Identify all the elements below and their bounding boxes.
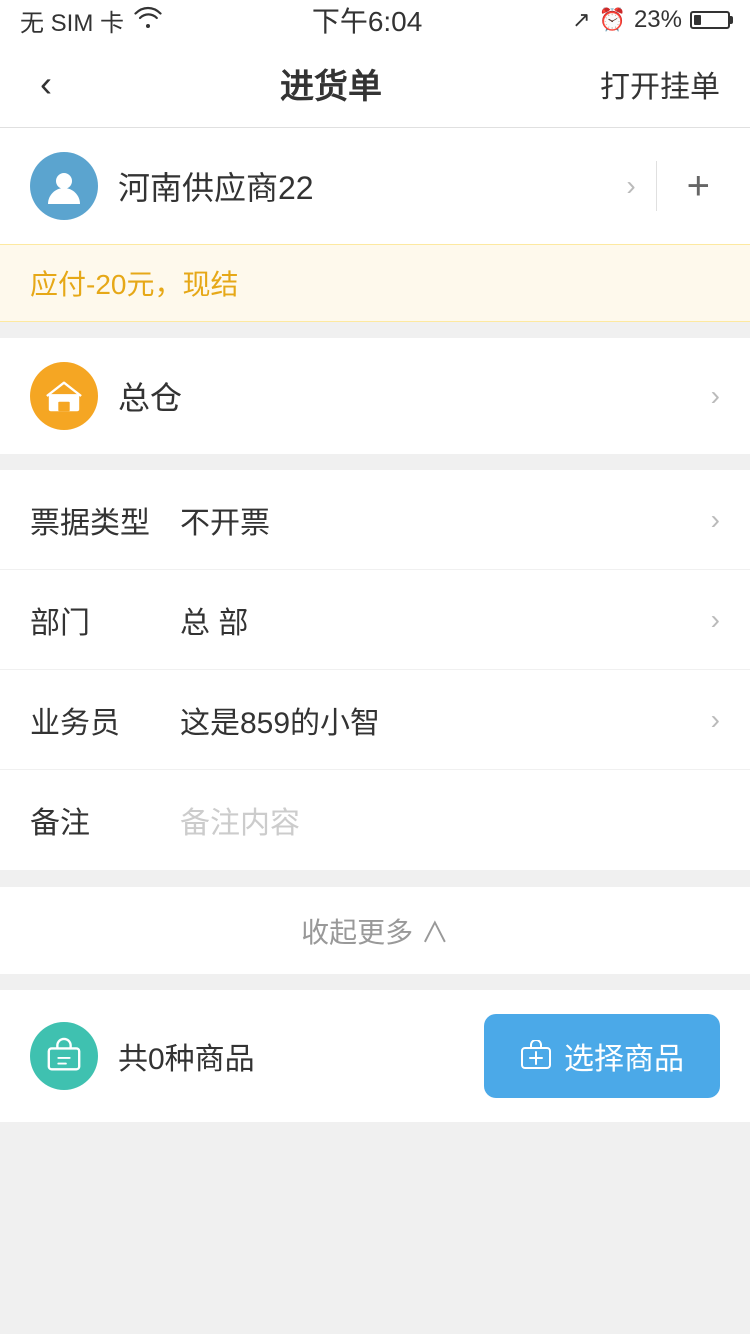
- remark-input[interactable]: 备注内容: [160, 798, 720, 842]
- notice-bar: 应付-20元，现结: [0, 244, 750, 322]
- carrier-label: 无 SIM 卡: [20, 3, 124, 38]
- department-chevron-icon: ›: [711, 604, 720, 636]
- salesman-label: 业务员: [30, 698, 160, 742]
- nav-bar: ‹ 进货单 打开挂单: [0, 40, 750, 128]
- invoice-row[interactable]: 票据类型 不开票 ›: [0, 470, 750, 570]
- wifi-icon: [134, 6, 162, 35]
- collapse-label: 收起更多 ∧: [301, 911, 449, 951]
- add-supplier-button[interactable]: +: [677, 164, 720, 209]
- content-area: 河南供应商22 › + 应付-20元，现结 总仓 › 票据类型 不开票 › 部门: [0, 128, 750, 1122]
- warehouse-icon: [30, 362, 98, 430]
- department-value: 总 部: [160, 598, 701, 642]
- product-icon: [30, 1022, 98, 1090]
- invoice-value: 不开票: [160, 498, 701, 542]
- remark-row[interactable]: 备注 备注内容: [0, 770, 750, 870]
- remark-label: 备注: [30, 798, 160, 842]
- select-product-button[interactable]: 选择商品: [484, 1014, 720, 1098]
- department-label: 部门: [30, 598, 160, 642]
- divider: [656, 161, 657, 211]
- open-pending-button[interactable]: 打开挂单: [600, 62, 720, 106]
- product-section: 共0种商品 选择商品: [0, 990, 750, 1122]
- department-row[interactable]: 部门 总 部 ›: [0, 570, 750, 670]
- supplier-card: 河南供应商22 › + 应付-20元，现结: [0, 128, 750, 322]
- supplier-name: 河南供应商22: [118, 163, 626, 209]
- battery-icon: [690, 11, 730, 29]
- invoice-chevron-icon: ›: [711, 504, 720, 536]
- time-label: 下午6:04: [312, 0, 423, 40]
- warehouse-row[interactable]: 总仓 ›: [0, 338, 750, 454]
- page-title: 进货单: [280, 59, 382, 108]
- collapse-button[interactable]: 收起更多 ∧: [0, 886, 750, 974]
- salesman-row[interactable]: 业务员 这是859的小智 ›: [0, 670, 750, 770]
- supplier-row[interactable]: 河南供应商22 › +: [0, 128, 750, 244]
- product-count: 共0种商品: [118, 1034, 464, 1078]
- salesman-chevron-icon: ›: [711, 704, 720, 736]
- back-button[interactable]: ‹: [30, 53, 62, 115]
- status-left: 无 SIM 卡: [20, 3, 162, 38]
- battery-percent: 23%: [634, 6, 682, 34]
- form-card: 票据类型 不开票 › 部门 总 部 › 业务员 这是859的小智 › 备注 备注…: [0, 470, 750, 870]
- location-icon: ↗: [572, 7, 590, 33]
- supplier-avatar: [30, 152, 98, 220]
- salesman-value: 这是859的小智: [160, 698, 701, 742]
- alarm-icon: ⏰: [599, 7, 626, 33]
- invoice-label: 票据类型: [30, 498, 160, 542]
- status-right: ↗ ⏰ 23%: [572, 6, 730, 34]
- notice-text: 应付-20元，现结: [30, 269, 238, 300]
- warehouse-name: 总仓: [118, 373, 711, 419]
- select-product-label: 选择商品: [564, 1034, 684, 1078]
- warehouse-chevron-icon: ›: [711, 380, 720, 412]
- supplier-chevron-icon: ›: [626, 170, 635, 202]
- status-bar: 无 SIM 卡 下午6:04 ↗ ⏰ 23%: [0, 0, 750, 40]
